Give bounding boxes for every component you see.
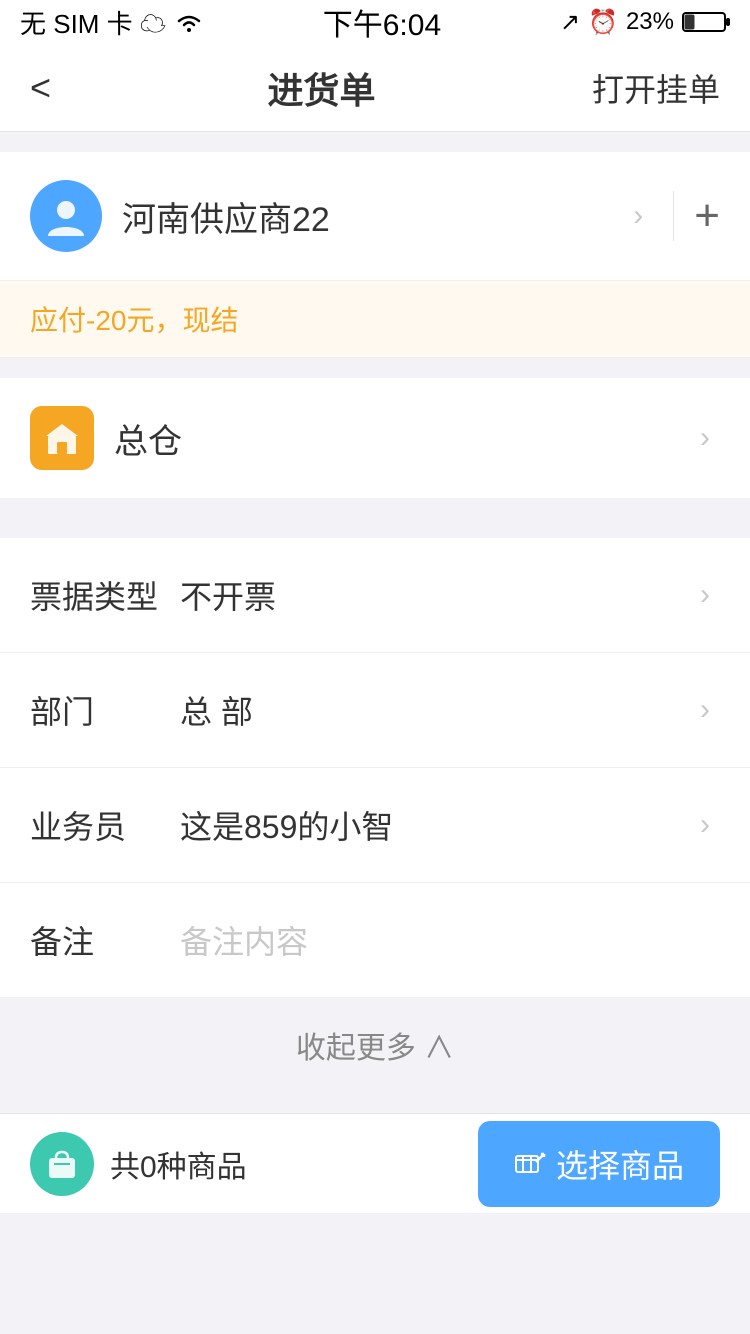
collapse-label: 收起更多 ∧ bbox=[296, 1023, 454, 1067]
warehouse-name: 总仓 bbox=[114, 414, 700, 463]
select-goods-button[interactable]: 选择商品 bbox=[478, 1121, 720, 1207]
form-section: 票据类型 不开票 › 部门 总 部 › 业务员 这是859的小智 › 备注 备注… bbox=[0, 538, 750, 997]
warehouse-icon bbox=[30, 406, 94, 470]
department-label: 部门 bbox=[30, 687, 160, 733]
nav-bar: < 进货单 打开挂单 bbox=[0, 44, 750, 132]
bottom-bar: 共0种商品 选择商品 bbox=[0, 1113, 750, 1213]
invoice-type-arrow-icon: › bbox=[700, 578, 710, 612]
collapse-row[interactable]: 收起更多 ∧ bbox=[0, 997, 750, 1093]
supplier-name: 河南供应商22 bbox=[122, 192, 633, 241]
status-bar: 无 SIM 卡 ☁ 下午6:04 ↗ ⏰ 23% bbox=[0, 0, 750, 44]
notice-text: 应付-20元，现结 bbox=[30, 305, 238, 336]
cart-icon bbox=[514, 1148, 546, 1180]
salesperson-row[interactable]: 业务员 这是859的小智 › bbox=[0, 767, 750, 882]
select-goods-label: 选择商品 bbox=[556, 1141, 684, 1187]
battery-icon bbox=[682, 10, 730, 34]
warehouse-building-icon bbox=[44, 420, 80, 456]
notice-row: 应付-20元，现结 bbox=[0, 281, 750, 358]
main-content: 河南供应商22 › + 应付-20元，现结 总仓 › 票据类型 bbox=[0, 132, 750, 1334]
person-icon bbox=[44, 194, 88, 238]
supplier-row[interactable]: 河南供应商22 › + bbox=[0, 152, 750, 281]
status-right: ↗ ⏰ 23% bbox=[560, 8, 730, 37]
battery-percent: 23% bbox=[626, 8, 674, 36]
status-left: 无 SIM 卡 ☁ bbox=[20, 4, 204, 41]
gap-1 bbox=[0, 132, 750, 152]
department-row[interactable]: 部门 总 部 › bbox=[0, 652, 750, 767]
supplier-arrow-icon: › bbox=[633, 199, 643, 233]
remark-input[interactable]: 备注内容 bbox=[160, 917, 720, 963]
invoice-type-row[interactable]: 票据类型 不开票 › bbox=[0, 538, 750, 652]
remark-row[interactable]: 备注 备注内容 bbox=[0, 882, 750, 997]
warehouse-section: 总仓 › bbox=[0, 378, 750, 498]
gap-3 bbox=[0, 498, 750, 518]
sim-status: 无 SIM 卡 ☁ bbox=[20, 4, 166, 41]
alarm-icon: ⏰ bbox=[588, 8, 618, 37]
location-icon: ↗ bbox=[560, 8, 580, 37]
goods-count-label: 共0种商品 bbox=[110, 1142, 478, 1186]
remark-label: 备注 bbox=[30, 917, 160, 963]
page-title: 进货单 bbox=[268, 62, 376, 114]
salesperson-label: 业务员 bbox=[30, 802, 160, 848]
status-time: 下午6:04 bbox=[323, 0, 441, 44]
wifi-icon bbox=[174, 11, 204, 33]
add-supplier-button[interactable]: + bbox=[694, 194, 720, 238]
gap-2 bbox=[0, 358, 750, 378]
supplier-section: 河南供应商22 › + 应付-20元，现结 bbox=[0, 152, 750, 358]
department-arrow-icon: › bbox=[700, 693, 710, 727]
salesperson-value: 这是859的小智 bbox=[160, 802, 700, 848]
bottom-bar-wrapper: 共0种商品 选择商品 bbox=[0, 1113, 750, 1213]
supplier-avatar bbox=[30, 180, 102, 252]
vertical-divider bbox=[673, 191, 674, 241]
warehouse-arrow-icon: › bbox=[700, 421, 710, 455]
open-pending-button[interactable]: 打开挂单 bbox=[592, 65, 720, 111]
invoice-type-value: 不开票 bbox=[160, 572, 700, 618]
invoice-type-label: 票据类型 bbox=[30, 572, 160, 618]
goods-icon bbox=[30, 1132, 94, 1196]
back-button[interactable]: < bbox=[30, 67, 51, 109]
department-value: 总 部 bbox=[160, 687, 700, 733]
salesperson-arrow-icon: › bbox=[700, 808, 710, 842]
warehouse-row[interactable]: 总仓 › bbox=[0, 378, 750, 498]
shopping-bag-icon bbox=[44, 1146, 80, 1182]
